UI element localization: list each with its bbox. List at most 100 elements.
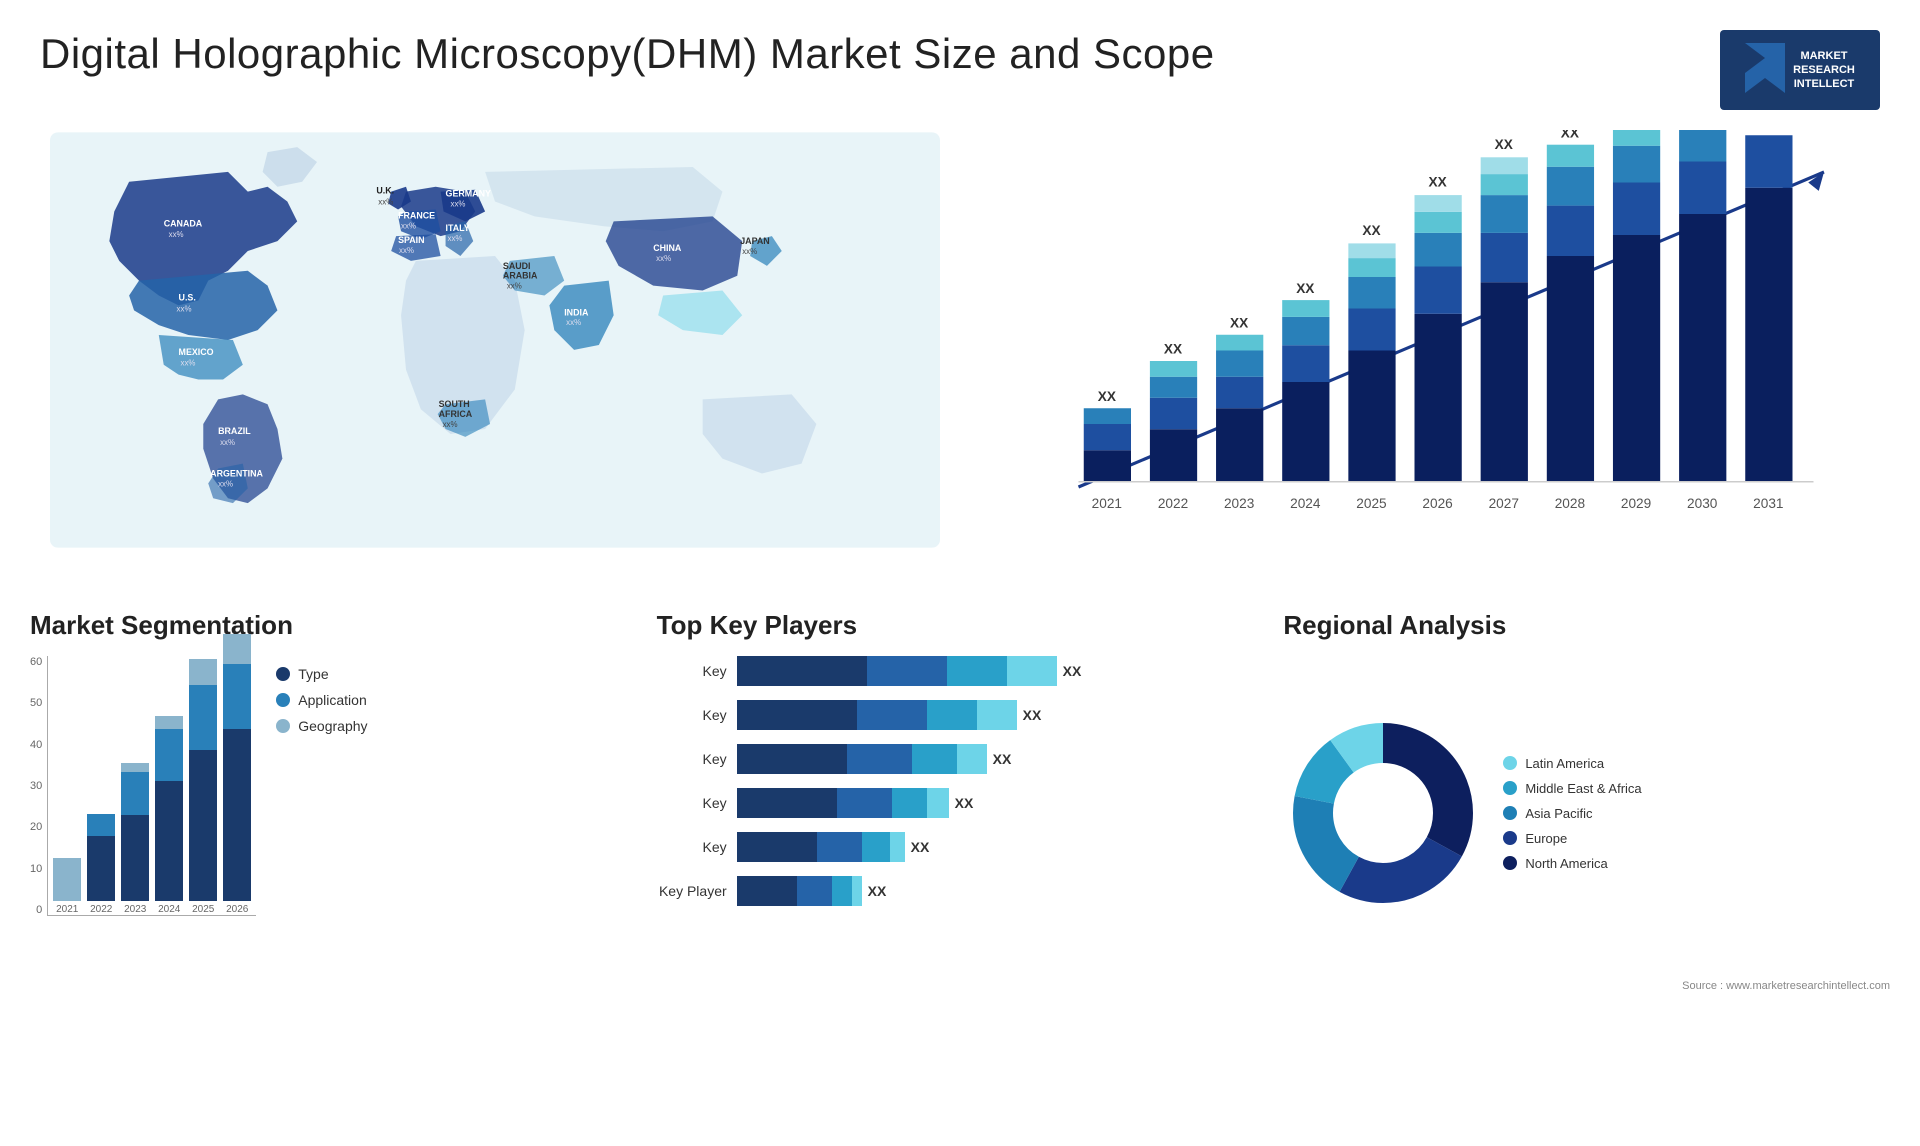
legend-item-type: Type bbox=[276, 666, 367, 682]
reg-label-asia-pacific: Asia Pacific bbox=[1525, 806, 1592, 821]
label-canada: CANADA bbox=[164, 218, 203, 228]
svg-text:xx%: xx% bbox=[507, 282, 522, 291]
map-svg: CANADA xx% U.S. xx% MEXICO xx% BRAZIL xx… bbox=[50, 130, 940, 550]
player-bar-container-3: XX bbox=[737, 744, 1264, 774]
svg-text:2025: 2025 bbox=[1356, 496, 1387, 511]
svg-text:2024: 2024 bbox=[1290, 496, 1321, 511]
svg-text:XX: XX bbox=[1428, 175, 1446, 190]
svg-text:xx%: xx% bbox=[401, 221, 416, 230]
svg-text:2028: 2028 bbox=[1555, 496, 1585, 511]
svg-text:XX: XX bbox=[1495, 137, 1513, 152]
reg-label-mea: Middle East & Africa bbox=[1525, 781, 1641, 796]
reg-legend-asia-pacific: Asia Pacific bbox=[1503, 806, 1641, 821]
chart-section: XX XX XX XX bbox=[960, 120, 1890, 600]
legend-label-geography: Geography bbox=[298, 718, 367, 734]
bottom-grid: Market Segmentation 60 50 40 30 20 10 0 … bbox=[0, 600, 1920, 980]
seg-legend: Type Application Geography bbox=[276, 656, 367, 734]
player-bar-container-5: XX bbox=[737, 832, 1264, 862]
reg-label-latin-america: Latin America bbox=[1525, 756, 1604, 771]
svg-text:xx%: xx% bbox=[218, 479, 233, 488]
svg-text:xx%: xx% bbox=[742, 247, 757, 256]
player-label-5: Key bbox=[657, 839, 727, 855]
world-map: CANADA xx% U.S. xx% MEXICO xx% BRAZIL xx… bbox=[50, 130, 940, 550]
svg-text:2022: 2022 bbox=[1158, 496, 1188, 511]
player-row-4: Key XX bbox=[657, 788, 1264, 818]
seg-bar-group-2021: 2021 bbox=[53, 858, 81, 915]
player-bar-container-4: XX bbox=[737, 788, 1264, 818]
svg-text:xx%: xx% bbox=[181, 359, 196, 368]
legend-item-application: Application bbox=[276, 692, 367, 708]
player-label-2: Key bbox=[657, 707, 727, 723]
reg-legend-north-america: North America bbox=[1503, 856, 1641, 871]
players-section: Top Key Players Key XX Key bbox=[657, 610, 1264, 970]
svg-text:XX: XX bbox=[1098, 389, 1116, 404]
source-text: Source : www.marketresearchintellect.com bbox=[0, 980, 1920, 997]
svg-text:XX: XX bbox=[1296, 281, 1314, 296]
seg-bar-group-2025: 2025 bbox=[189, 659, 217, 915]
main-grid: CANADA xx% U.S. xx% MEXICO xx% BRAZIL xx… bbox=[0, 120, 1920, 600]
svg-text:xx%: xx% bbox=[378, 198, 393, 207]
bar-chart-wrapper: XX XX XX XX bbox=[980, 130, 1870, 550]
player-row-5: Key XX bbox=[657, 832, 1264, 862]
svg-text:FRANCE: FRANCE bbox=[398, 210, 435, 220]
logo-box: MARKET RESEARCH INTELLECT bbox=[1720, 30, 1880, 110]
svg-text:INDIA: INDIA bbox=[564, 307, 589, 317]
player-xx-2: XX bbox=[1023, 707, 1042, 723]
segmentation-title: Market Segmentation bbox=[30, 610, 637, 641]
svg-text:U.K.: U.K. bbox=[376, 186, 394, 196]
player-bar-container-6: XX bbox=[737, 876, 1264, 906]
legend-label-type: Type bbox=[298, 666, 328, 682]
map-section: CANADA xx% U.S. xx% MEXICO xx% BRAZIL xx… bbox=[30, 120, 960, 600]
reg-label-north-america: North America bbox=[1525, 856, 1607, 871]
legend-dot-geography bbox=[276, 719, 290, 733]
svg-text:2026: 2026 bbox=[1422, 496, 1452, 511]
reg-legend-latin-america: Latin America bbox=[1503, 756, 1641, 771]
player-label-4: Key bbox=[657, 795, 727, 811]
seg-bar-group-2022: 2022 bbox=[87, 814, 115, 915]
seg-y-labels: 60 50 40 30 20 10 0 bbox=[30, 656, 47, 916]
svg-text:U.S.: U.S. bbox=[179, 292, 196, 302]
player-xx-1: XX bbox=[1063, 663, 1082, 679]
svg-text:SAUDI: SAUDI bbox=[503, 261, 531, 271]
svg-text:XX: XX bbox=[1230, 315, 1248, 330]
seg-chart-area: 60 50 40 30 20 10 0 2021 2022 bbox=[30, 656, 637, 970]
svg-text:2030: 2030 bbox=[1687, 496, 1718, 511]
regional-content: Latin America Middle East & Africa Asia … bbox=[1283, 656, 1890, 970]
svg-text:ARGENTINA: ARGENTINA bbox=[210, 468, 263, 478]
players-title: Top Key Players bbox=[657, 610, 1264, 641]
player-row-6: Key Player XX bbox=[657, 876, 1264, 906]
svg-text:2021: 2021 bbox=[1092, 496, 1122, 511]
regional-section: Regional Analysis bbox=[1283, 610, 1890, 970]
reg-label-europe: Europe bbox=[1525, 831, 1567, 846]
segmentation-section: Market Segmentation 60 50 40 30 20 10 0 … bbox=[30, 610, 637, 970]
svg-text:2023: 2023 bbox=[1224, 496, 1254, 511]
seg-bar-group-2023: 2023 bbox=[121, 763, 149, 915]
svg-text:xx%: xx% bbox=[399, 246, 414, 255]
donut-chart bbox=[1283, 713, 1483, 913]
player-bar-container-1: XX bbox=[737, 656, 1264, 686]
svg-text:xx%: xx% bbox=[656, 254, 671, 263]
svg-text:xx%: xx% bbox=[443, 420, 458, 429]
svg-text:2027: 2027 bbox=[1489, 496, 1519, 511]
logo-text: MARKET RESEARCH INTELLECT bbox=[1793, 49, 1855, 92]
reg-legend-europe: Europe bbox=[1503, 831, 1641, 846]
logo-area: MARKET RESEARCH INTELLECT bbox=[1720, 30, 1880, 110]
svg-text:XX: XX bbox=[1164, 342, 1182, 357]
bar-chart-svg: XX XX XX XX bbox=[980, 130, 1870, 550]
svg-text:ITALY: ITALY bbox=[446, 223, 470, 233]
player-label-3: Key bbox=[657, 751, 727, 767]
seg-bar-group-2024: 2024 bbox=[155, 716, 183, 915]
svg-text:xx%: xx% bbox=[177, 304, 192, 313]
svg-text:SOUTH: SOUTH bbox=[439, 399, 470, 409]
svg-text:MEXICO: MEXICO bbox=[179, 347, 214, 357]
svg-text:AFRICA: AFRICA bbox=[439, 409, 473, 419]
player-xx-5: XX bbox=[911, 839, 930, 855]
legend-item-geography: Geography bbox=[276, 718, 367, 734]
legend-label-application: Application bbox=[298, 692, 367, 708]
regional-legend: Latin America Middle East & Africa Asia … bbox=[1503, 756, 1641, 871]
player-bars: Key XX Key bbox=[657, 656, 1264, 970]
svg-text:ARABIA: ARABIA bbox=[503, 271, 538, 281]
player-xx-6: XX bbox=[868, 883, 887, 899]
svg-text:2031: 2031 bbox=[1753, 496, 1783, 511]
player-row-3: Key XX bbox=[657, 744, 1264, 774]
